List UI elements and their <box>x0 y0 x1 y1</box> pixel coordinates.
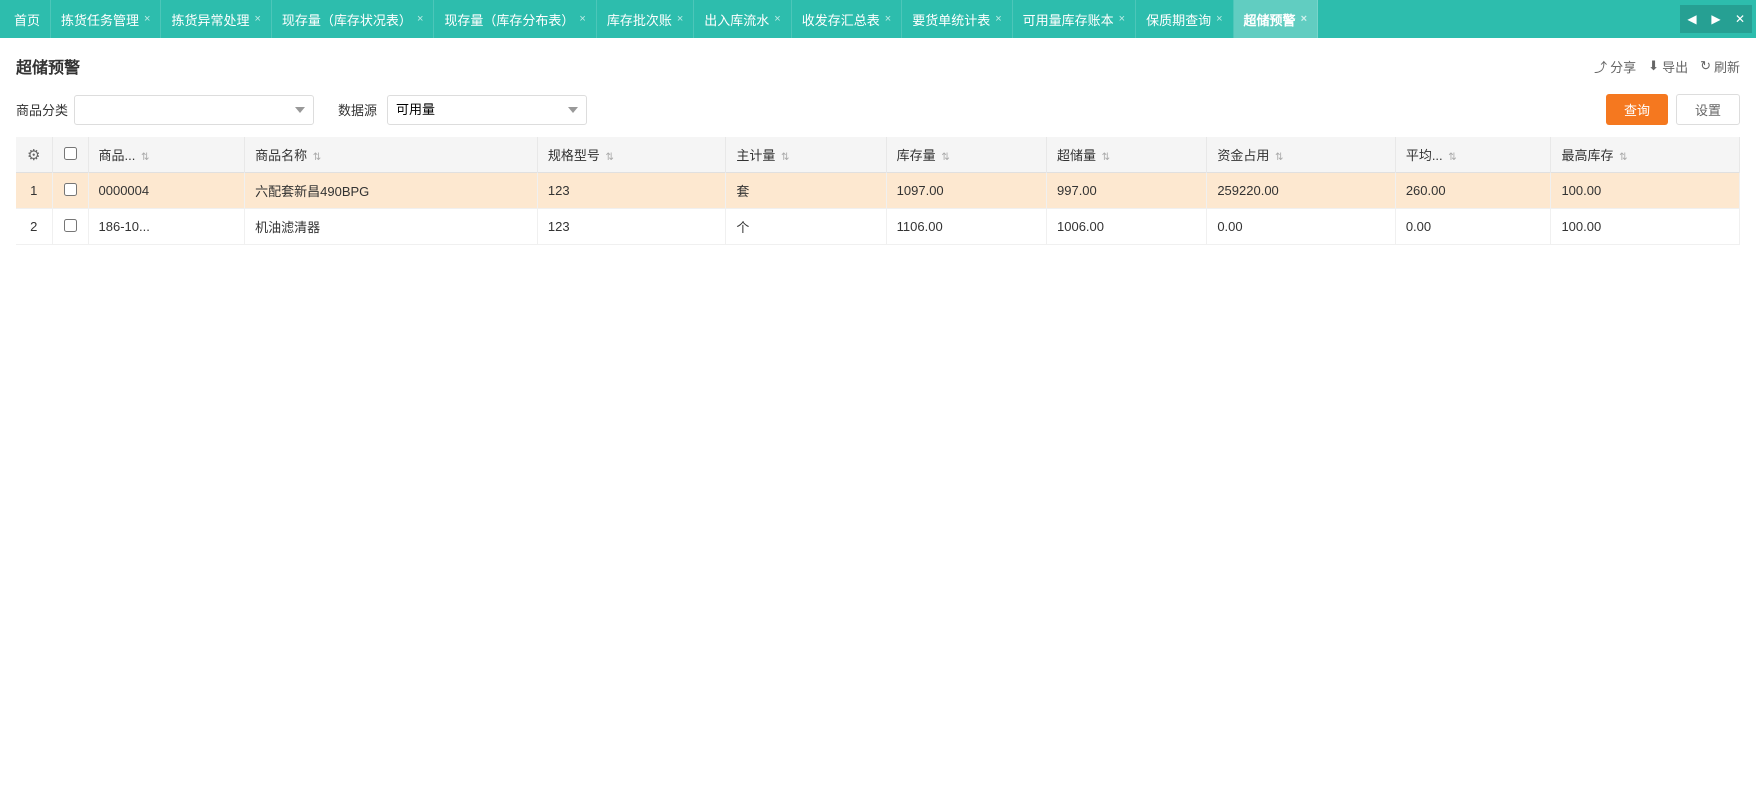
share-icon: ⤴ <box>1594 57 1607 76</box>
close-icon[interactable]: × <box>579 13 585 25</box>
th-settings[interactable]: ⚙ <box>16 137 52 173</box>
th-product-code[interactable]: 商品... ⇅ <box>88 137 245 173</box>
refresh-button[interactable]: ↻ 刷新 <box>1700 57 1740 76</box>
row-number: 2 <box>16 209 52 245</box>
row-checkbox[interactable] <box>64 219 77 232</box>
th-overstock[interactable]: 超储量 ⇅ <box>1047 137 1207 173</box>
page-header: 超储预警 ⤴ 分享 ⬇ 导出 ↻ 刷新 <box>16 54 1740 78</box>
nav-stock-batch[interactable]: 库存批次账 × <box>597 0 694 38</box>
sort-icon: ⇅ <box>781 152 789 163</box>
nav-pick-exception[interactable]: 拣货异常处理 × <box>161 0 271 38</box>
filter-actions: 查询 设置 <box>1606 94 1740 125</box>
product-code: 186-10... <box>88 209 245 245</box>
close-icon[interactable]: × <box>1216 13 1222 25</box>
th-product-name[interactable]: 商品名称 ⇅ <box>245 137 538 173</box>
nav-stock-status[interactable]: 现存量（库存状况表） × <box>272 0 434 38</box>
nav-home[interactable]: 首页 <box>4 0 51 38</box>
nav-available-stock[interactable]: 可用量库存账本 × <box>1013 0 1136 38</box>
nav-arrow-right[interactable]: ▶ <box>1704 5 1728 33</box>
th-capital[interactable]: 资金占用 ⇅ <box>1207 137 1395 173</box>
product-code: 0000004 <box>88 173 245 209</box>
close-icon[interactable]: × <box>774 13 780 25</box>
table-body: 1 0000004 六配套新昌490BPG 123 套 1097.00 997.… <box>16 173 1740 245</box>
nav-receive-summary[interactable]: 收发存汇总表 × <box>792 0 902 38</box>
page-container: 超储预警 ⤴ 分享 ⬇ 导出 ↻ 刷新 商品分类 <box>0 38 1756 800</box>
close-icon[interactable]: × <box>1301 13 1307 25</box>
top-navigation: 首页 拣货任务管理 × 拣货异常处理 × 现存量（库存状况表） × 现存量（库存… <box>0 0 1756 38</box>
datasource-filter: 数据源 可用量 库存量 <box>338 95 587 125</box>
category-filter: 商品分类 <box>16 95 314 125</box>
table-row: 2 186-10... 机油滤清器 123 个 1106.00 1006.00 … <box>16 209 1740 245</box>
sort-icon: ⇅ <box>1448 152 1456 163</box>
nav-arrow-close[interactable]: ✕ <box>1728 5 1752 33</box>
category-select[interactable] <box>74 95 314 125</box>
nav-arrow-left[interactable]: ◀ <box>1680 5 1704 33</box>
overstock: 1006.00 <box>1047 209 1207 245</box>
avg: 260.00 <box>1395 173 1551 209</box>
refresh-icon: ↻ <box>1700 58 1711 74</box>
unit: 个 <box>726 209 886 245</box>
row-number: 1 <box>16 173 52 209</box>
nav-overstock-warning[interactable]: 超储预警 × <box>1234 0 1318 38</box>
stock: 1097.00 <box>886 173 1046 209</box>
stock: 1106.00 <box>886 209 1046 245</box>
nav-order-stats[interactable]: 要货单统计表 × <box>902 0 1012 38</box>
th-checkbox <box>52 137 88 173</box>
settings-button[interactable]: 设置 <box>1676 94 1740 125</box>
close-icon[interactable]: × <box>254 13 260 25</box>
category-label: 商品分类 <box>16 100 68 119</box>
th-stock[interactable]: 库存量 ⇅ <box>886 137 1046 173</box>
table-header: ⚙ 商品... ⇅ 商品名称 ⇅ 规格型号 ⇅ 主计量 <box>16 137 1740 173</box>
page-title: 超储预警 <box>16 54 80 78</box>
sort-icon: ⇅ <box>606 152 614 163</box>
close-icon[interactable]: × <box>995 13 1001 25</box>
filter-row: 商品分类 数据源 可用量 库存量 查询 设置 <box>16 94 1740 125</box>
unit: 套 <box>726 173 886 209</box>
sort-icon: ⇅ <box>1619 152 1627 163</box>
close-icon[interactable]: × <box>417 13 423 25</box>
row-checkbox[interactable] <box>64 183 77 196</box>
row-checkbox-cell[interactable] <box>52 173 88 209</box>
spec: 123 <box>537 173 725 209</box>
product-name: 六配套新昌490BPG <box>245 173 538 209</box>
sort-icon: ⇅ <box>141 152 149 163</box>
close-icon[interactable]: × <box>677 13 683 25</box>
sort-icon: ⇅ <box>941 152 949 163</box>
datasource-select[interactable]: 可用量 库存量 <box>387 95 587 125</box>
sort-icon: ⇅ <box>1102 152 1110 163</box>
nav-scroll-arrows: ◀ ▶ ✕ <box>1680 5 1752 33</box>
nav-stock-dist[interactable]: 现存量（库存分布表） × <box>434 0 596 38</box>
sort-icon: ⇅ <box>313 152 321 163</box>
settings-icon[interactable]: ⚙ <box>27 147 40 164</box>
product-name: 机油滤清器 <box>245 209 538 245</box>
overstock: 997.00 <box>1047 173 1207 209</box>
nav-shelf-life[interactable]: 保质期查询 × <box>1136 0 1233 38</box>
avg: 0.00 <box>1395 209 1551 245</box>
share-button[interactable]: ⤴ 分享 <box>1594 57 1636 76</box>
table-row: 1 0000004 六配套新昌490BPG 123 套 1097.00 997.… <box>16 173 1740 209</box>
header-actions: ⤴ 分享 ⬇ 导出 ↻ 刷新 <box>1594 57 1740 76</box>
datasource-label: 数据源 <box>338 100 377 119</box>
th-spec[interactable]: 规格型号 ⇅ <box>537 137 725 173</box>
th-max-stock[interactable]: 最高库存 ⇅ <box>1551 137 1740 173</box>
max-stock: 100.00 <box>1551 209 1740 245</box>
capital: 259220.00 <box>1207 173 1395 209</box>
nav-pick-task[interactable]: 拣货任务管理 × <box>51 0 161 38</box>
close-icon[interactable]: × <box>885 13 891 25</box>
capital: 0.00 <box>1207 209 1395 245</box>
max-stock: 100.00 <box>1551 173 1740 209</box>
close-icon[interactable]: × <box>144 13 150 25</box>
query-button[interactable]: 查询 <box>1606 94 1668 125</box>
data-table: ⚙ 商品... ⇅ 商品名称 ⇅ 规格型号 ⇅ 主计量 <box>16 137 1740 245</box>
sort-icon: ⇅ <box>1275 152 1283 163</box>
select-all-checkbox[interactable] <box>64 147 77 160</box>
spec: 123 <box>537 209 725 245</box>
export-icon: ⬇ <box>1648 58 1659 74</box>
export-button[interactable]: ⬇ 导出 <box>1648 57 1688 76</box>
nav-inout-flow[interactable]: 出入库流水 × <box>694 0 791 38</box>
close-icon[interactable]: × <box>1119 13 1125 25</box>
row-checkbox-cell[interactable] <box>52 209 88 245</box>
th-avg[interactable]: 平均... ⇅ <box>1395 137 1551 173</box>
th-unit[interactable]: 主计量 ⇅ <box>726 137 886 173</box>
